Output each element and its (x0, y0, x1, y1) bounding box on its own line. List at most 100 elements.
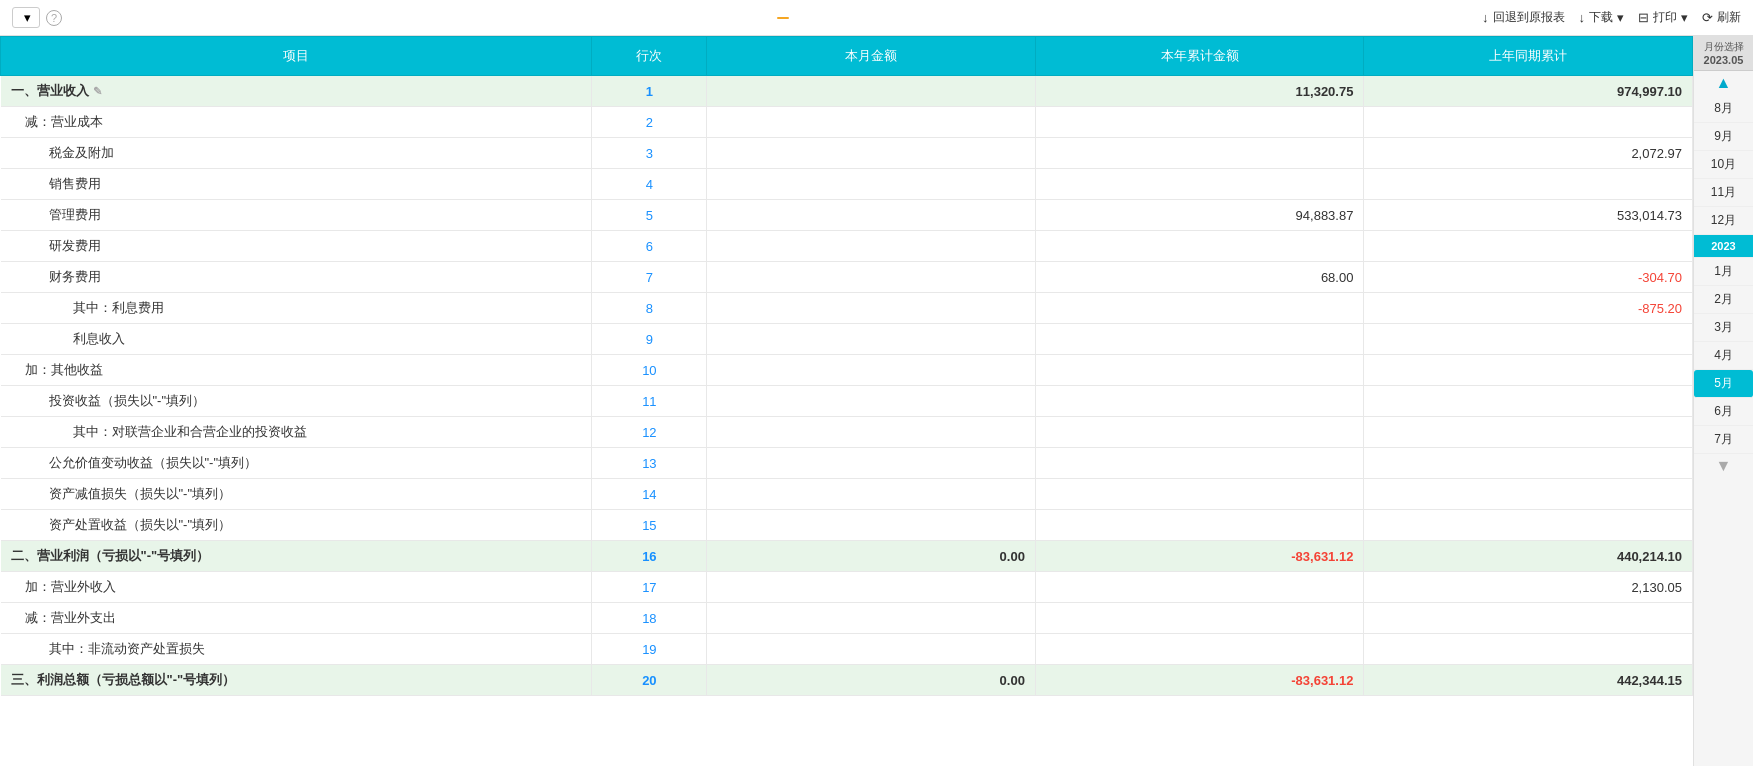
table-row: 公允价值变动收益（损失以"-"填列）13 (1, 448, 1693, 479)
current-month-value (707, 200, 1036, 231)
col-header-ytd: 本年累计金额 (1035, 37, 1364, 76)
row-number: 4 (592, 169, 707, 200)
edit-icon[interactable]: ✎ (93, 85, 102, 98)
table-row: 其中：对联营企业和合营企业的投资收益12 (1, 417, 1693, 448)
ytd-value: -83,631.12 (1035, 541, 1364, 572)
prev-ytd-value: 442,344.15 (1364, 665, 1693, 696)
help-icon[interactable]: ? (46, 10, 62, 26)
row-number: 20 (592, 665, 707, 696)
prev-ytd-value (1364, 169, 1693, 200)
row-label: 利息收入 (1, 324, 592, 355)
back-button[interactable]: ↓ 回退到原报表 (1482, 9, 1565, 26)
prev-ytd-value (1364, 107, 1693, 138)
row-number: 14 (592, 479, 707, 510)
month-item[interactable]: 8月 (1694, 95, 1753, 123)
table-row: 一、营业收入✎111,320.75974,997.10 (1, 76, 1693, 107)
table-row: 三、利润总额（亏损总额以"-"号填列）200.00-83,631.12442,3… (1, 665, 1693, 696)
prev-ytd-value (1364, 510, 1693, 541)
chevron-down-icon: ▼ (1716, 457, 1732, 475)
current-year-month: 2023.05 (1696, 54, 1751, 66)
table-row: 利息收入9 (1, 324, 1693, 355)
month-item[interactable]: 9月 (1694, 123, 1753, 151)
col-header-item: 项目 (1, 37, 592, 76)
current-month-value (707, 169, 1036, 200)
current-month-value (707, 510, 1036, 541)
table-row: 二、营业利润（亏损以"-"号填列）160.00-83,631.12440,214… (1, 541, 1693, 572)
table-row: 管理费用594,883.87533,014.73 (1, 200, 1693, 231)
current-month-value: 0.00 (707, 541, 1036, 572)
col-header-row: 行次 (592, 37, 707, 76)
prev-ytd-value (1364, 386, 1693, 417)
download-chevron-icon: ▾ (1617, 10, 1624, 25)
month-item[interactable]: 10月 (1694, 151, 1753, 179)
month-item[interactable]: 1月 (1694, 258, 1753, 286)
ytd-value (1035, 231, 1364, 262)
download-button[interactable]: ↓ 下载 ▾ (1579, 9, 1625, 26)
month-nav-down[interactable]: ▼ (1694, 454, 1753, 478)
ytd-value (1035, 634, 1364, 665)
current-month-value: 0.00 (707, 665, 1036, 696)
refresh-icon: ⟳ (1702, 10, 1713, 25)
prev-ytd-value: -875.20 (1364, 293, 1693, 324)
month-nav-up[interactable]: ▲ (1694, 71, 1753, 95)
row-label: 管理费用 (1, 200, 592, 231)
row-label: 税金及附加 (1, 138, 592, 169)
table-row: 资产处置收益（损失以"-"填列）15 (1, 510, 1693, 541)
prev-ytd-value: 533,014.73 (1364, 200, 1693, 231)
prev-ytd-value (1364, 448, 1693, 479)
row-number: 16 (592, 541, 707, 572)
row-number: 2 (592, 107, 707, 138)
row-number: 8 (592, 293, 707, 324)
print-button[interactable]: ⊟ 打印 ▾ (1638, 9, 1688, 26)
row-number: 10 (592, 355, 707, 386)
top-bar-right: ↓ 回退到原报表 ↓ 下载 ▾ ⊟ 打印 ▾ ⟳ 刷新 (1482, 9, 1741, 26)
prev-ytd-value (1364, 634, 1693, 665)
table-row: 减：营业成本2 (1, 107, 1693, 138)
row-number: 11 (592, 386, 707, 417)
row-label: 公允价值变动收益（损失以"-"填列） (1, 448, 592, 479)
table-row: 加：其他收益10 (1, 355, 1693, 386)
current-month-value (707, 417, 1036, 448)
month-item[interactable]: 11月 (1694, 179, 1753, 207)
scope-dropdown[interactable]: ▾ (12, 7, 40, 28)
row-number: 9 (592, 324, 707, 355)
ytd-value (1035, 479, 1364, 510)
ytd-value: 11,320.75 (1035, 76, 1364, 107)
row-number: 3 (592, 138, 707, 169)
month-item[interactable]: 12月 (1694, 207, 1753, 235)
table-row: 减：营业外支出18 (1, 603, 1693, 634)
month-item[interactable]: 2023 (1694, 235, 1753, 258)
month-item[interactable]: 5月 (1694, 370, 1753, 398)
prev-ytd-value (1364, 417, 1693, 448)
row-label: 资产减值损失（损失以"-"填列） (1, 479, 592, 510)
prev-ytd-value: 440,214.10 (1364, 541, 1693, 572)
row-label: 销售费用 (1, 169, 592, 200)
month-sidebar-title: 月份选择 2023.05 (1694, 36, 1753, 71)
refresh-button[interactable]: ⟳ 刷新 (1702, 9, 1741, 26)
table-row: 其中：利息费用8-875.20 (1, 293, 1693, 324)
top-bar-left: ▾ ? (12, 7, 62, 28)
table-row: 投资收益（损失以"-"填列）11 (1, 386, 1693, 417)
ytd-value (1035, 355, 1364, 386)
month-item[interactable]: 2月 (1694, 286, 1753, 314)
download-icon: ↓ (1579, 10, 1586, 25)
table-area: 项目 行次 本月金额 本年累计金额 上年同期累计 一、营业收入✎111,320.… (0, 36, 1693, 766)
ytd-value (1035, 448, 1364, 479)
row-label: 投资收益（损失以"-"填列） (1, 386, 592, 417)
table-row: 销售费用4 (1, 169, 1693, 200)
ytd-value (1035, 138, 1364, 169)
month-item[interactable]: 3月 (1694, 314, 1753, 342)
row-label: 加：其他收益 (1, 355, 592, 386)
current-month-value (707, 231, 1036, 262)
month-item[interactable]: 6月 (1694, 398, 1753, 426)
row-number: 19 (592, 634, 707, 665)
month-item[interactable]: 4月 (1694, 342, 1753, 370)
ytd-value (1035, 386, 1364, 417)
status-badge (777, 17, 789, 19)
prev-ytd-value (1364, 324, 1693, 355)
current-month-value (707, 386, 1036, 417)
prev-ytd-value: 2,072.97 (1364, 138, 1693, 169)
prev-ytd-value: 974,997.10 (1364, 76, 1693, 107)
month-item[interactable]: 7月 (1694, 426, 1753, 454)
ytd-value (1035, 603, 1364, 634)
